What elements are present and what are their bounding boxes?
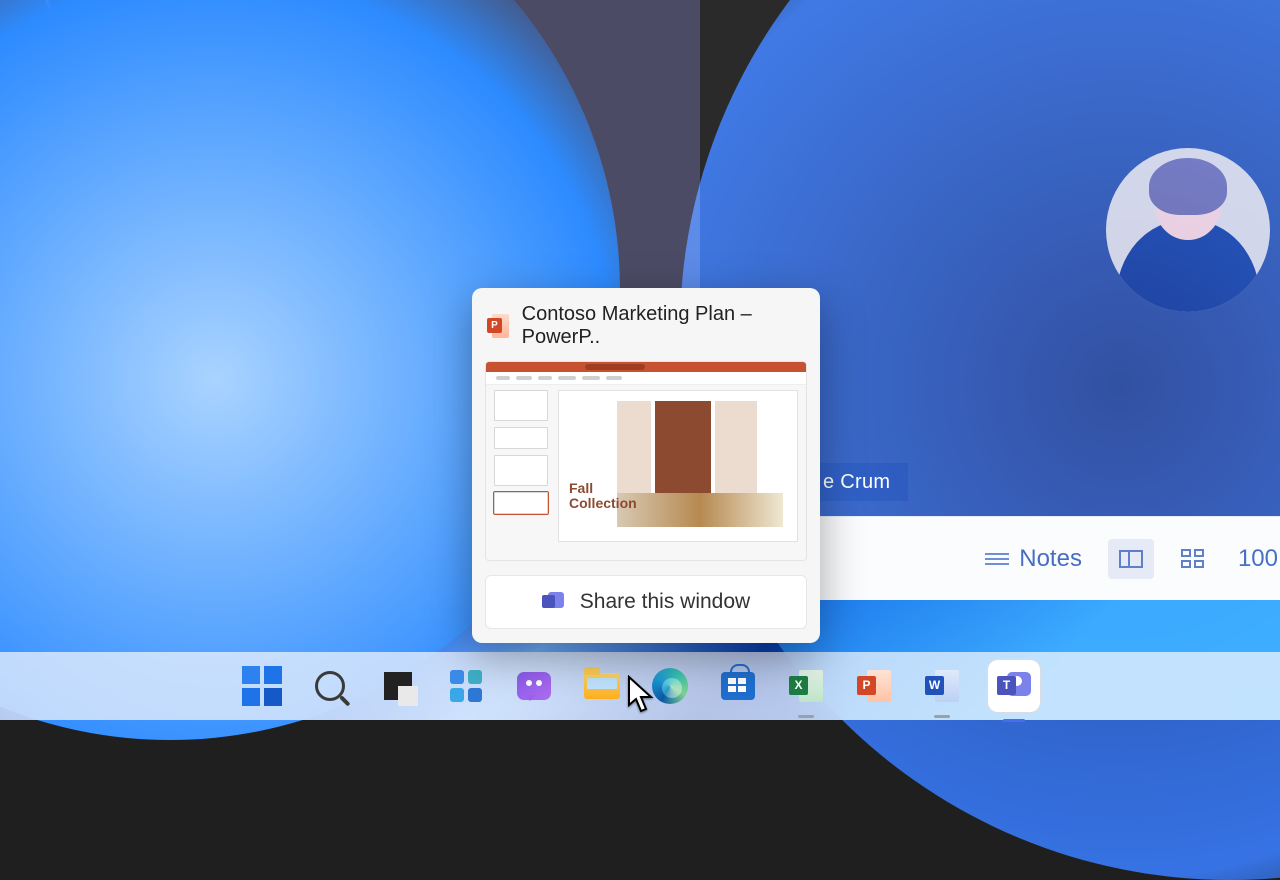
task-view-button[interactable] [376,664,420,708]
thumbnail-slide-title: Fall Collection [569,481,637,511]
file-explorer-button[interactable] [580,664,624,708]
preview-window-title: Contoso Marketing Plan – PowerP.. [522,303,805,349]
running-indicator [798,715,814,718]
powerpoint-icon: P [857,670,891,702]
active-indicator [1003,719,1025,722]
search-button[interactable] [308,664,352,708]
chat-button[interactable] [512,664,556,708]
word-button[interactable]: W [920,664,964,708]
taskbar-preview-card: P Contoso Marketing Plan – PowerP.. Fall… [472,288,820,643]
running-indicator [934,715,950,718]
file-explorer-icon [584,673,620,699]
teams-button[interactable]: T [988,660,1040,712]
powerpoint-button[interactable]: P [852,664,896,708]
preview-header[interactable]: P Contoso Marketing Plan – PowerP.. [485,301,807,361]
microsoft-store-icon [721,672,755,700]
start-icon [242,666,282,706]
start-button[interactable] [240,664,284,708]
teams-icon: T [997,671,1031,701]
teams-share-icon [542,592,564,612]
share-button-label: Share this window [580,590,750,614]
edge-icon [652,668,688,704]
widgets-button[interactable] [444,664,488,708]
word-icon: W [925,670,959,702]
powerpoint-app-icon: P [487,314,509,338]
widgets-icon [450,670,482,702]
excel-button[interactable]: X [784,664,828,708]
preview-thumbnail[interactable]: Fall Collection [485,361,807,561]
search-icon [315,671,345,701]
task-view-icon [384,672,412,700]
excel-icon: X [789,670,823,702]
share-this-window-button[interactable]: Share this window [485,575,807,629]
edge-button[interactable] [648,664,692,708]
taskbar: X P W T [0,652,1280,720]
microsoft-store-button[interactable] [716,664,760,708]
chat-icon [517,672,551,700]
